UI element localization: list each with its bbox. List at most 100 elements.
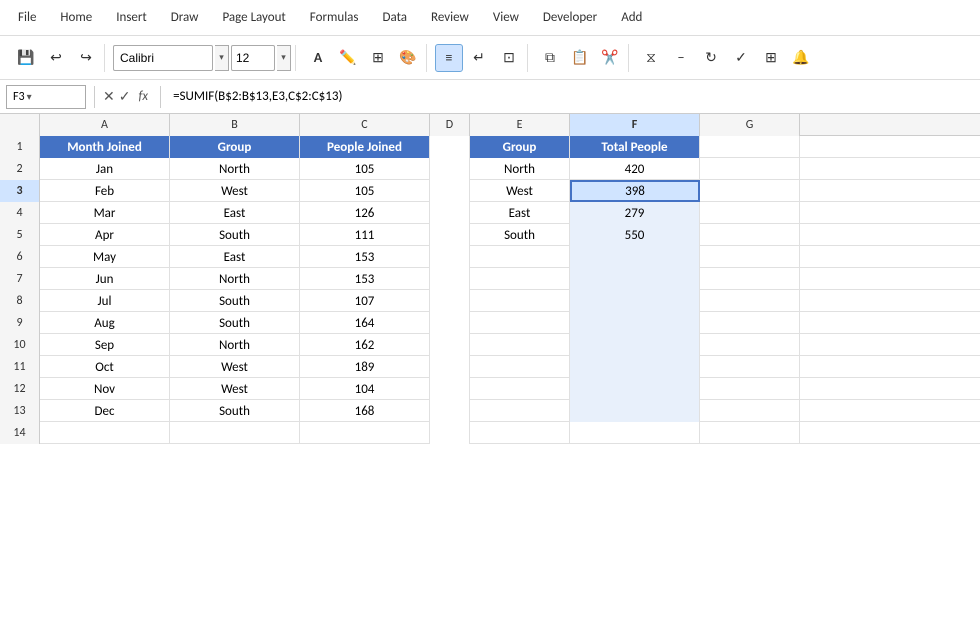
- save-btn[interactable]: 💾: [12, 44, 40, 72]
- name-box-dropdown[interactable]: ▾: [27, 90, 32, 103]
- cell-d9[interactable]: [430, 312, 470, 334]
- cell-g2[interactable]: [700, 158, 800, 180]
- cell-d1[interactable]: [430, 136, 470, 158]
- cell-d4[interactable]: [430, 202, 470, 224]
- wrap-text-btn[interactable]: ↵: [465, 44, 493, 72]
- cell-b5[interactable]: South: [170, 224, 300, 246]
- cell-c14[interactable]: [300, 422, 430, 444]
- cell-a12[interactable]: Nov: [40, 378, 170, 400]
- header-group[interactable]: Group: [170, 136, 300, 158]
- cell-c7[interactable]: 153: [300, 268, 430, 290]
- cell-b12[interactable]: West: [170, 378, 300, 400]
- cell-d2[interactable]: [430, 158, 470, 180]
- check-btn[interactable]: ✓: [727, 44, 755, 72]
- cell-d3[interactable]: [430, 180, 470, 202]
- cell-a4[interactable]: Mar: [40, 202, 170, 224]
- cell-d13[interactable]: [430, 400, 470, 422]
- cell-a6[interactable]: May: [40, 246, 170, 268]
- cell-f2[interactable]: 420: [570, 158, 700, 180]
- cell-b8[interactable]: South: [170, 290, 300, 312]
- cell-g7[interactable]: [700, 268, 800, 290]
- cell-a8[interactable]: Jul: [40, 290, 170, 312]
- col-header-d[interactable]: D: [430, 114, 470, 136]
- bell-btn[interactable]: 🔔: [787, 44, 815, 72]
- cell-e14[interactable]: [470, 422, 570, 444]
- cell-c9[interactable]: 164: [300, 312, 430, 334]
- cell-e9[interactable]: [470, 312, 570, 334]
- menu-add[interactable]: Add: [611, 6, 652, 29]
- col-header-b[interactable]: B: [170, 114, 300, 136]
- menu-insert[interactable]: Insert: [106, 6, 157, 29]
- cell-g12[interactable]: [700, 378, 800, 400]
- cell-b4[interactable]: East: [170, 202, 300, 224]
- cell-e3[interactable]: West: [470, 180, 570, 202]
- merge-btn[interactable]: ⊡: [495, 44, 523, 72]
- cell-e8[interactable]: [470, 290, 570, 312]
- cell-c8[interactable]: 107: [300, 290, 430, 312]
- header-month-joined[interactable]: Month Joined: [40, 136, 170, 158]
- fill-color-btn[interactable]: 🎨: [394, 44, 422, 72]
- cell-name-box[interactable]: F3 ▾: [6, 85, 86, 109]
- confirm-formula-icon[interactable]: ✓: [119, 88, 131, 105]
- cell-a10[interactable]: Sep: [40, 334, 170, 356]
- undo-btn[interactable]: ↩: [42, 44, 70, 72]
- font-name-dropdown[interactable]: ▾: [215, 45, 229, 71]
- cell-e10[interactable]: [470, 334, 570, 356]
- cell-d12[interactable]: [430, 378, 470, 400]
- cell-f5[interactable]: 550: [570, 224, 700, 246]
- cell-g6[interactable]: [700, 246, 800, 268]
- cell-e7[interactable]: [470, 268, 570, 290]
- cell-b10[interactable]: North: [170, 334, 300, 356]
- cell-e12[interactable]: [470, 378, 570, 400]
- cell-c11[interactable]: 189: [300, 356, 430, 378]
- cell-g3[interactable]: [700, 180, 800, 202]
- cell-c13[interactable]: 168: [300, 400, 430, 422]
- font-size-input[interactable]: [231, 45, 275, 71]
- cell-a13[interactable]: Dec: [40, 400, 170, 422]
- menu-draw[interactable]: Draw: [161, 6, 209, 29]
- cell-c2[interactable]: 105: [300, 158, 430, 180]
- formula-input[interactable]: [169, 85, 974, 109]
- cell-f13[interactable]: [570, 400, 700, 422]
- cell-c6[interactable]: 153: [300, 246, 430, 268]
- cell-a2[interactable]: Jan: [40, 158, 170, 180]
- col-header-c[interactable]: C: [300, 114, 430, 136]
- col-header-f[interactable]: F: [570, 114, 700, 136]
- col-header-g[interactable]: G: [700, 114, 800, 136]
- cell-b3[interactable]: West: [170, 180, 300, 202]
- font-name-input[interactable]: [113, 45, 213, 71]
- cell-d14[interactable]: [430, 422, 470, 444]
- cut-btn[interactable]: ✂️: [596, 44, 624, 72]
- cell-d6[interactable]: [430, 246, 470, 268]
- cell-e13[interactable]: [470, 400, 570, 422]
- apps-btn[interactable]: ⊞: [757, 44, 785, 72]
- cell-f11[interactable]: [570, 356, 700, 378]
- minus-btn[interactable]: −: [667, 44, 695, 72]
- cell-c3[interactable]: 105: [300, 180, 430, 202]
- cell-b13[interactable]: South: [170, 400, 300, 422]
- cell-g10[interactable]: [700, 334, 800, 356]
- cell-b9[interactable]: South: [170, 312, 300, 334]
- cell-f12[interactable]: [570, 378, 700, 400]
- menu-page-layout[interactable]: Page Layout: [212, 6, 295, 29]
- cell-c5[interactable]: 111: [300, 224, 430, 246]
- menu-review[interactable]: Review: [421, 6, 479, 29]
- cell-c10[interactable]: 162: [300, 334, 430, 356]
- cell-g8[interactable]: [700, 290, 800, 312]
- cell-f6[interactable]: [570, 246, 700, 268]
- cell-d10[interactable]: [430, 334, 470, 356]
- cell-f9[interactable]: [570, 312, 700, 334]
- cell-c12[interactable]: 104: [300, 378, 430, 400]
- cell-g1[interactable]: [700, 136, 800, 158]
- cell-g5[interactable]: [700, 224, 800, 246]
- cell-g14[interactable]: [700, 422, 800, 444]
- font-color-btn[interactable]: A: [304, 44, 332, 72]
- cell-f4[interactable]: 279: [570, 202, 700, 224]
- cell-f3[interactable]: 398: [570, 180, 700, 202]
- menu-data[interactable]: Data: [373, 6, 418, 29]
- menu-developer[interactable]: Developer: [533, 6, 607, 29]
- menu-file[interactable]: File: [8, 6, 46, 29]
- header-people-joined[interactable]: People Joined: [300, 136, 430, 158]
- cell-a9[interactable]: Aug: [40, 312, 170, 334]
- cell-f14[interactable]: [570, 422, 700, 444]
